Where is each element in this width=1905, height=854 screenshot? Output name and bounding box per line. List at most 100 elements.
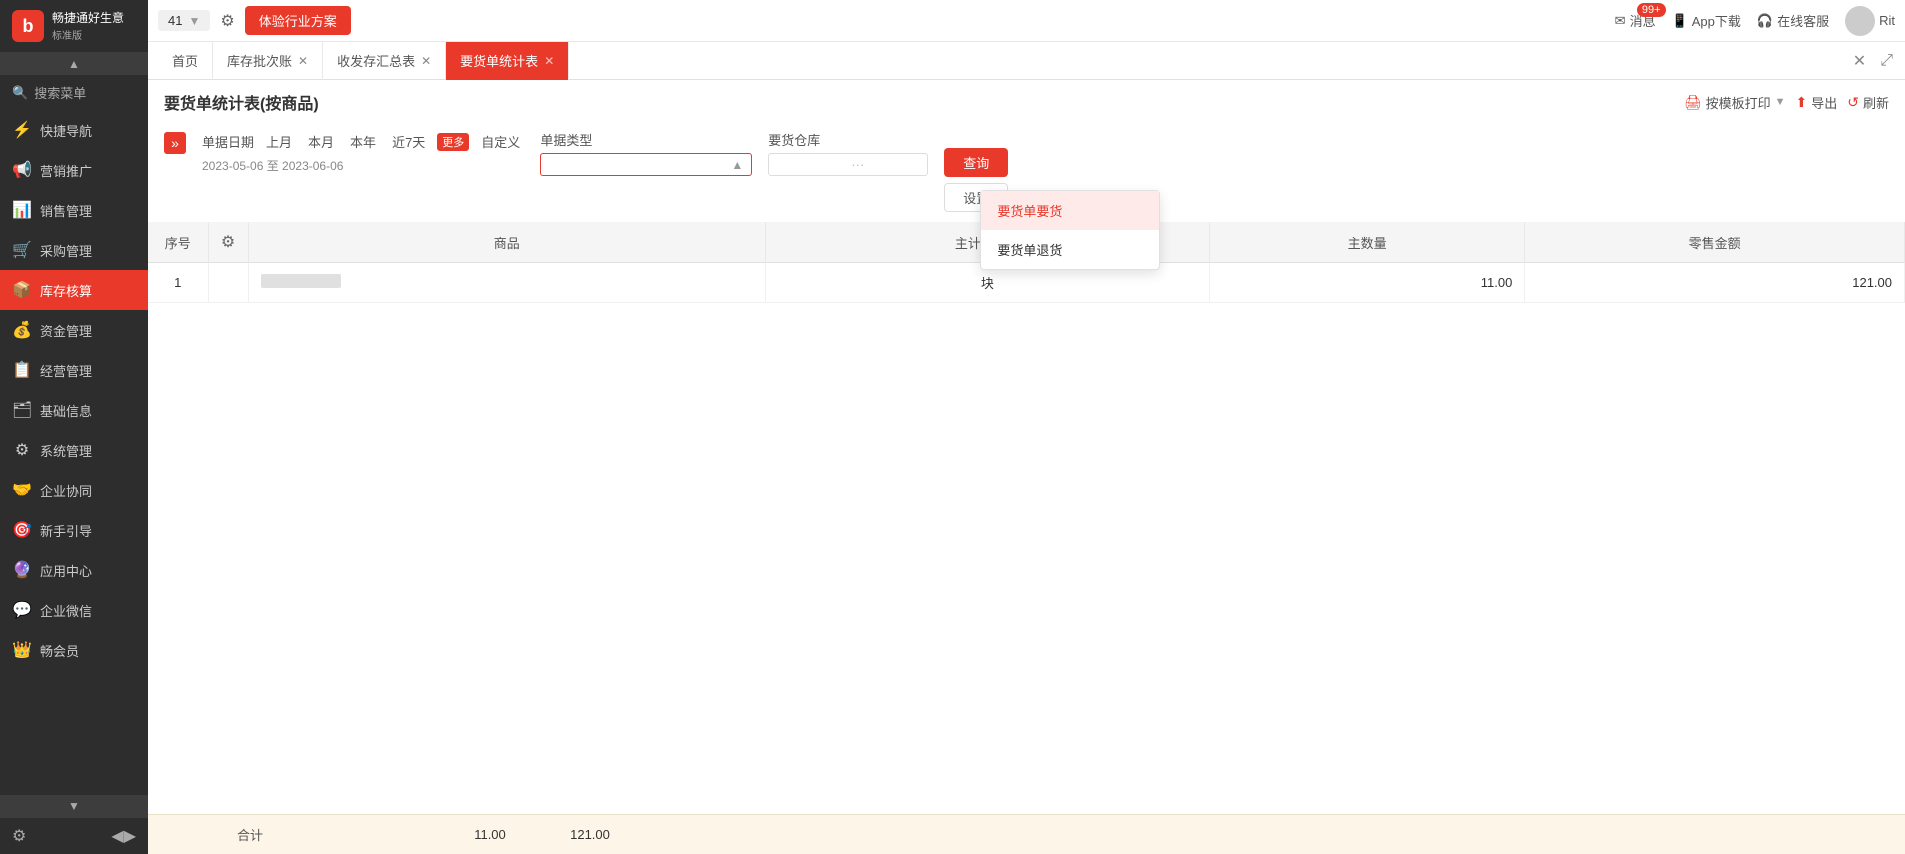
sidebar-item-operations[interactable]: 📋 经营管理 <box>0 350 148 390</box>
date-filter-group: 单据日期 上月 本月 本年 近7天 更多 自定义 2023-05-06 至 20… <box>202 130 524 174</box>
sidebar-item-label: 采购管理 <box>40 241 92 260</box>
collapse-icon[interactable]: ◀▶ <box>111 826 136 846</box>
tab-receive-summary[interactable]: 收发存汇总表 ✕ <box>323 42 446 80</box>
expand-icon[interactable]: ⤢ <box>1876 48 1897 74</box>
template-print-btn[interactable]: 🖨 按模板打印 ▼ <box>1684 93 1786 112</box>
sidebar-search[interactable]: 🔍 搜索菜单 <box>0 75 148 110</box>
th-amount: 零售金额 <box>1525 222 1905 263</box>
page-content: 要货单统计表(按商品) 🖨 按模板打印 ▼ ⬆ 导出 ↺ 刷新 <box>148 80 1905 854</box>
th-product: 商品 <box>248 222 766 263</box>
sidebar-item-label: 营销推广 <box>40 161 92 180</box>
avatar <box>1845 6 1875 36</box>
search-icon: 🔍 <box>12 85 28 101</box>
sidebar-item-basic-info[interactable]: 🗂 基础信息 <box>0 390 148 430</box>
export-icon: ⬆ <box>1796 94 1808 111</box>
refresh-btn[interactable]: ↺ 刷新 <box>1847 93 1889 112</box>
type-dropdown: 要货单要货 要货单退货 <box>980 190 1160 270</box>
date-range-display: 2023-05-06 至 2023-06-06 <box>202 157 343 174</box>
sidebar-item-label: 企业协同 <box>40 481 92 500</box>
sidebar-item-label: 基础信息 <box>40 401 92 420</box>
guide-icon: 🎯 <box>12 520 32 540</box>
online-service-item[interactable]: 🎧 在线客服 <box>1757 11 1829 30</box>
chevron-up-icon[interactable]: ▲ <box>731 158 743 172</box>
tab-close-icon[interactable]: ✕ <box>544 54 554 68</box>
sidebar-item-wechat[interactable]: 💬 企业微信 <box>0 590 148 630</box>
more-options-icon[interactable]: ··· <box>851 157 919 172</box>
sidebar-item-inventory[interactable]: 📦 库存核算 <box>0 270 148 310</box>
td-amount: 121.00 <box>1525 263 1905 303</box>
date-label: 单据日期 <box>202 132 254 151</box>
sidebar-item-enterprise[interactable]: 🤝 企业协同 <box>0 470 148 510</box>
tab-close-icon[interactable]: ✕ <box>421 54 431 68</box>
sidebar-scroll-up[interactable]: ▲ <box>0 53 148 75</box>
sidebar-item-purchase[interactable]: 🛒 采购管理 <box>0 230 148 270</box>
date-btn-prev-month[interactable]: 上月 <box>262 130 296 153</box>
sidebar-item-app-center[interactable]: 🔮 应用中心 <box>0 550 148 590</box>
date-btn-7days[interactable]: 近7天 <box>388 130 429 153</box>
marketing-icon: 📢 <box>12 160 32 180</box>
tab-home[interactable]: 首页 <box>158 42 213 80</box>
page-header: 要货单统计表(按商品) 🖨 按模板打印 ▼ ⬆ 导出 ↺ 刷新 <box>148 80 1905 120</box>
settings-icon[interactable]: ⚙ <box>12 826 26 846</box>
sidebar-scroll-down[interactable]: ▼ <box>0 795 148 817</box>
close-all-icon[interactable]: ✕ <box>1849 47 1870 75</box>
date-btn-custom[interactable]: 自定义 <box>477 130 524 153</box>
user-avatar-item[interactable]: Rit <box>1845 6 1895 36</box>
sidebar-item-marketing[interactable]: 📢 营销推广 <box>0 150 148 190</box>
date-btn-this-month[interactable]: 本月 <box>304 130 338 153</box>
tab-requisition-stat[interactable]: 要货单统计表 ✕ <box>446 42 569 80</box>
dropdown-item-requisition-return[interactable]: 要货单退货 <box>981 230 1159 269</box>
sidebar-item-label: 企业微信 <box>40 601 92 620</box>
message-icon: ✉ <box>1615 13 1626 29</box>
export-btn[interactable]: ⬆ 导出 <box>1796 93 1838 112</box>
message-item[interactable]: ✉ 消息 99+ <box>1615 11 1656 30</box>
date-btn-more[interactable]: 更多 <box>437 133 469 151</box>
th-quantity: 主数量 <box>1209 222 1525 263</box>
date-btn-this-year[interactable]: 本年 <box>346 130 380 153</box>
dropdown-item-requisition-order[interactable]: 要货单要货 <box>981 191 1159 230</box>
query-button[interactable]: 查询 <box>944 148 1008 177</box>
expand-right-icon: » <box>171 135 179 151</box>
filter-bar: » 单据日期 上月 本月 本年 近7天 更多 自定义 2023-05-06 至 … <box>148 120 1905 222</box>
app-download-item[interactable]: 📱 App下载 <box>1672 11 1741 30</box>
topbar-gear-icon[interactable]: ⚙ <box>220 11 234 31</box>
sidebar-item-label: 快捷导航 <box>40 121 92 140</box>
filter-expand-btn[interactable]: » <box>164 132 186 154</box>
column-settings-icon[interactable]: ⚙ <box>221 234 235 251</box>
type-label: 单据类型 <box>540 130 752 149</box>
sidebar-item-label: 资金管理 <box>40 321 92 340</box>
td-product <box>248 263 766 303</box>
type-input[interactable] <box>549 157 725 172</box>
th-gear[interactable]: ⚙ <box>208 222 248 263</box>
type-input-box[interactable]: ▲ <box>540 153 752 176</box>
sidebar-item-label: 经营管理 <box>40 361 92 380</box>
industry-btn[interactable]: 体验行业方案 <box>245 6 351 35</box>
tab-inventory-batch[interactable]: 库存批次账 ✕ <box>213 42 323 80</box>
warehouse-input-box[interactable]: ··· <box>768 153 928 176</box>
sidebar-item-quick-nav[interactable]: ⚡ 快捷导航 <box>0 110 148 150</box>
refresh-icon: ↺ <box>1847 94 1859 111</box>
user-name: Rit <box>1879 13 1895 28</box>
tab-close-icon[interactable]: ✕ <box>298 54 308 68</box>
tab-label: 要货单统计表 <box>460 51 538 70</box>
message-badge: 99+ <box>1637 3 1666 17</box>
page-header-actions: 🖨 按模板打印 ▼ ⬆ 导出 ↺ 刷新 <box>1684 93 1889 112</box>
sidebar-item-guide[interactable]: 🎯 新手引导 <box>0 510 148 550</box>
sidebar-item-label: 应用中心 <box>40 561 92 580</box>
sidebar-item-sales[interactable]: 📊 销售管理 <box>0 190 148 230</box>
sidebar-item-system[interactable]: ⚙ 系统管理 <box>0 430 148 470</box>
export-label: 导出 <box>1811 93 1837 112</box>
sidebar-item-finance[interactable]: 💰 资金管理 <box>0 310 148 350</box>
purchase-icon: 🛒 <box>12 240 32 260</box>
inventory-icon: 📦 <box>12 280 32 300</box>
type-filter-group: 单据类型 ▲ 要货单要货 要货单退货 <box>540 130 752 176</box>
sales-icon: 📊 <box>12 200 32 220</box>
td-gear <box>208 263 248 303</box>
sidebar-item-label: 库存核算 <box>40 281 92 300</box>
topbar-right: ✉ 消息 99+ 📱 App下载 🎧 在线客服 Rit <box>1615 6 1895 36</box>
sidebar-item-member[interactable]: 👑 畅会员 <box>0 630 148 670</box>
tab-label: 库存批次账 <box>227 51 292 70</box>
app-name: 畅捷通好生意 <box>52 10 124 27</box>
table-area: 序号 ⚙ 商品 主计量单位 主数量 零售金额 1 <box>148 222 1905 814</box>
tab-home-label: 首页 <box>172 51 198 70</box>
